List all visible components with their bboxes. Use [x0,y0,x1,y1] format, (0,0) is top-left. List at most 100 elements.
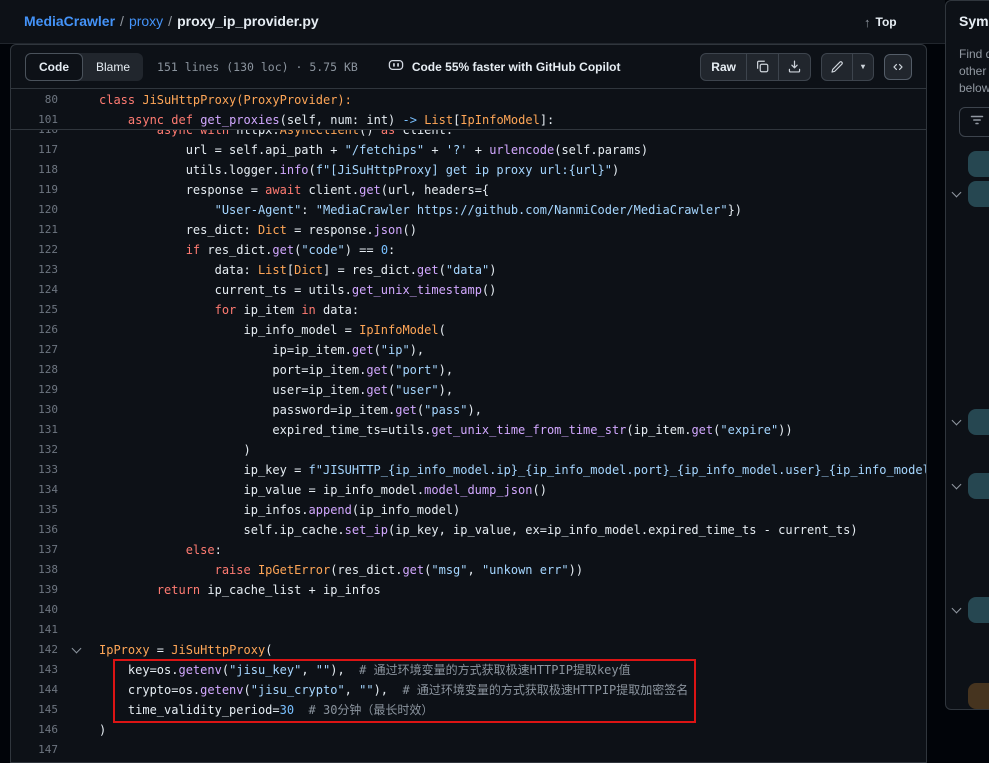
code-line-row: 123 data: List[Dict] = res_dict.get("dat… [11,260,926,280]
code-line-row: 121 res_dict: Dict = response.json() [11,220,926,240]
symbols-filter-button[interactable] [959,107,989,137]
code-line-row: 128 port=ip_item.get("port"), [11,360,926,380]
symbol-chevron-icon[interactable] [952,480,962,490]
filter-icon [970,113,984,132]
copilot-banner[interactable]: Code 55% faster with GitHub Copilot [388,57,621,76]
symbol-chip[interactable] [968,597,989,623]
line-number[interactable]: 147 [11,740,58,760]
line-number[interactable]: 130 [11,400,58,420]
line-number[interactable]: 146 [11,720,58,740]
line-number[interactable]: 142 [11,640,58,660]
symbol-chip[interactable] [968,683,989,709]
copy-icon[interactable] [747,54,779,80]
symbols-panel: Symbols Find definitions and references … [945,0,989,710]
copilot-banner-text: Code 55% faster with GitHub Copilot [412,60,621,74]
code-line-row: 129 user=ip_item.get("user"), [11,380,926,400]
line-number[interactable]: 119 [11,180,58,200]
breadcrumb-filename: proxy_ip_provider.py [177,13,319,29]
code-line-text: "User-Agent": "MediaCrawler https://gith… [99,200,742,220]
scroll-to-top-button[interactable]: ↑ Top [864,11,897,33]
symbol-chip[interactable] [968,151,989,177]
symbol-chevron-icon[interactable] [952,188,962,198]
breadcrumb-separator: / [163,13,177,29]
code-line-text: utils.logger.info(f"[JiSuHttpProxy] get … [99,160,619,180]
line-number[interactable]: 121 [11,220,58,240]
code-line-row: 136 self.ip_cache.set_ip(ip_key, ip_valu… [11,520,926,540]
code-line-row: 127 ip=ip_item.get("ip"), [11,340,926,360]
symbol-list-item [953,473,989,499]
gutter-fold-slot [58,700,99,720]
line-number[interactable]: 101 [11,110,58,130]
line-number[interactable]: 125 [11,300,58,320]
line-number[interactable]: 145 [11,700,58,720]
line-number[interactable]: 120 [11,200,58,220]
gutter-fold-slot [58,90,99,110]
symbol-chevron-icon[interactable] [952,604,962,614]
raw-button[interactable]: Raw [701,54,747,80]
line-number[interactable]: 133 [11,460,58,480]
gutter-fold-slot [58,540,99,560]
symbol-list-item [953,409,989,435]
code-line-row: 132 ) [11,440,926,460]
line-number[interactable]: 132 [11,440,58,460]
line-number[interactable]: 124 [11,280,58,300]
file-content-container: Code Blame 151 lines (130 loc) · 5.75 KB… [10,44,927,763]
line-number[interactable]: 140 [11,600,58,620]
code-line-row: 135 ip_infos.append(ip_info_model) [11,500,926,520]
gutter-fold-slot [58,580,99,600]
line-number[interactable]: 80 [11,90,58,110]
code-line-text: ip_infos.append(ip_info_model) [99,500,460,520]
line-number[interactable]: 128 [11,360,58,380]
symbols-panel-description: Find definitions and references for func… [959,46,989,97]
symbols-panel-icon[interactable] [884,54,912,80]
code-line-text: user=ip_item.get("user"), [99,380,453,400]
symbol-chevron-icon[interactable] [952,416,962,426]
gutter-fold-slot [58,220,99,240]
line-number[interactable]: 129 [11,380,58,400]
file-info-text: 151 lines (130 loc) · 5.75 KB [157,60,358,74]
line-number[interactable]: 123 [11,260,58,280]
tab-code[interactable]: Code [25,53,83,81]
line-number[interactable]: 135 [11,500,58,520]
gutter-fold-slot [58,720,99,740]
breadcrumb-bar: MediaCrawler/proxy/proxy_ip_provider.py … [0,0,945,44]
line-number[interactable]: 141 [11,620,58,640]
symbols-panel-description-line: Find definitions and references for func… [959,46,989,63]
line-number[interactable]: 136 [11,520,58,540]
code-line-text: self.ip_cache.set_ip(ip_key, ip_value, e… [99,520,858,540]
breadcrumb-repo-link[interactable]: MediaCrawler [24,13,115,29]
code-line-text: class JiSuHttpProxy(ProxyProvider): [99,90,352,110]
line-number[interactable]: 126 [11,320,58,340]
gutter-fold-slot [58,400,99,420]
code-line-row: 133 ip_key = f"JISUHTTP_{ip_info_model.i… [11,460,926,480]
line-number[interactable]: 117 [11,140,58,160]
edit-pencil-icon[interactable] [822,54,853,80]
symbol-list-item [953,683,989,709]
line-number[interactable]: 118 [11,160,58,180]
edit-dropdown-caret[interactable]: ▾ [853,54,873,80]
line-number[interactable]: 139 [11,580,58,600]
breadcrumb-folder-link[interactable]: proxy [129,13,163,29]
line-number[interactable]: 134 [11,480,58,500]
code-line-row: 138 raise IpGetError(res_dict.get("msg",… [11,560,926,580]
code-line-row: 125 for ip_item in data: [11,300,926,320]
fold-chevron-icon[interactable] [72,644,82,654]
line-number[interactable]: 127 [11,340,58,360]
line-number[interactable]: 131 [11,420,58,440]
line-number[interactable]: 122 [11,240,58,260]
tab-blame[interactable]: Blame [83,53,143,81]
line-number[interactable]: 144 [11,680,58,700]
line-number[interactable]: 137 [11,540,58,560]
line-number[interactable]: 138 [11,560,58,580]
line-number[interactable]: 143 [11,660,58,680]
code-line-row: 126 ip_info_model = IpInfoModel( [11,320,926,340]
code-line-text: IpProxy = JiSuHttpProxy( [99,640,272,660]
symbol-chip[interactable] [968,181,989,207]
symbol-chip[interactable] [968,473,989,499]
symbol-chip[interactable] [968,409,989,435]
gutter-fold-slot [58,460,99,480]
arrow-up-icon: ↑ [864,15,871,30]
code-line-text: port=ip_item.get("port"), [99,360,453,380]
download-icon[interactable] [779,54,810,80]
code-line-row: 142 IpProxy = JiSuHttpProxy( [11,640,926,660]
